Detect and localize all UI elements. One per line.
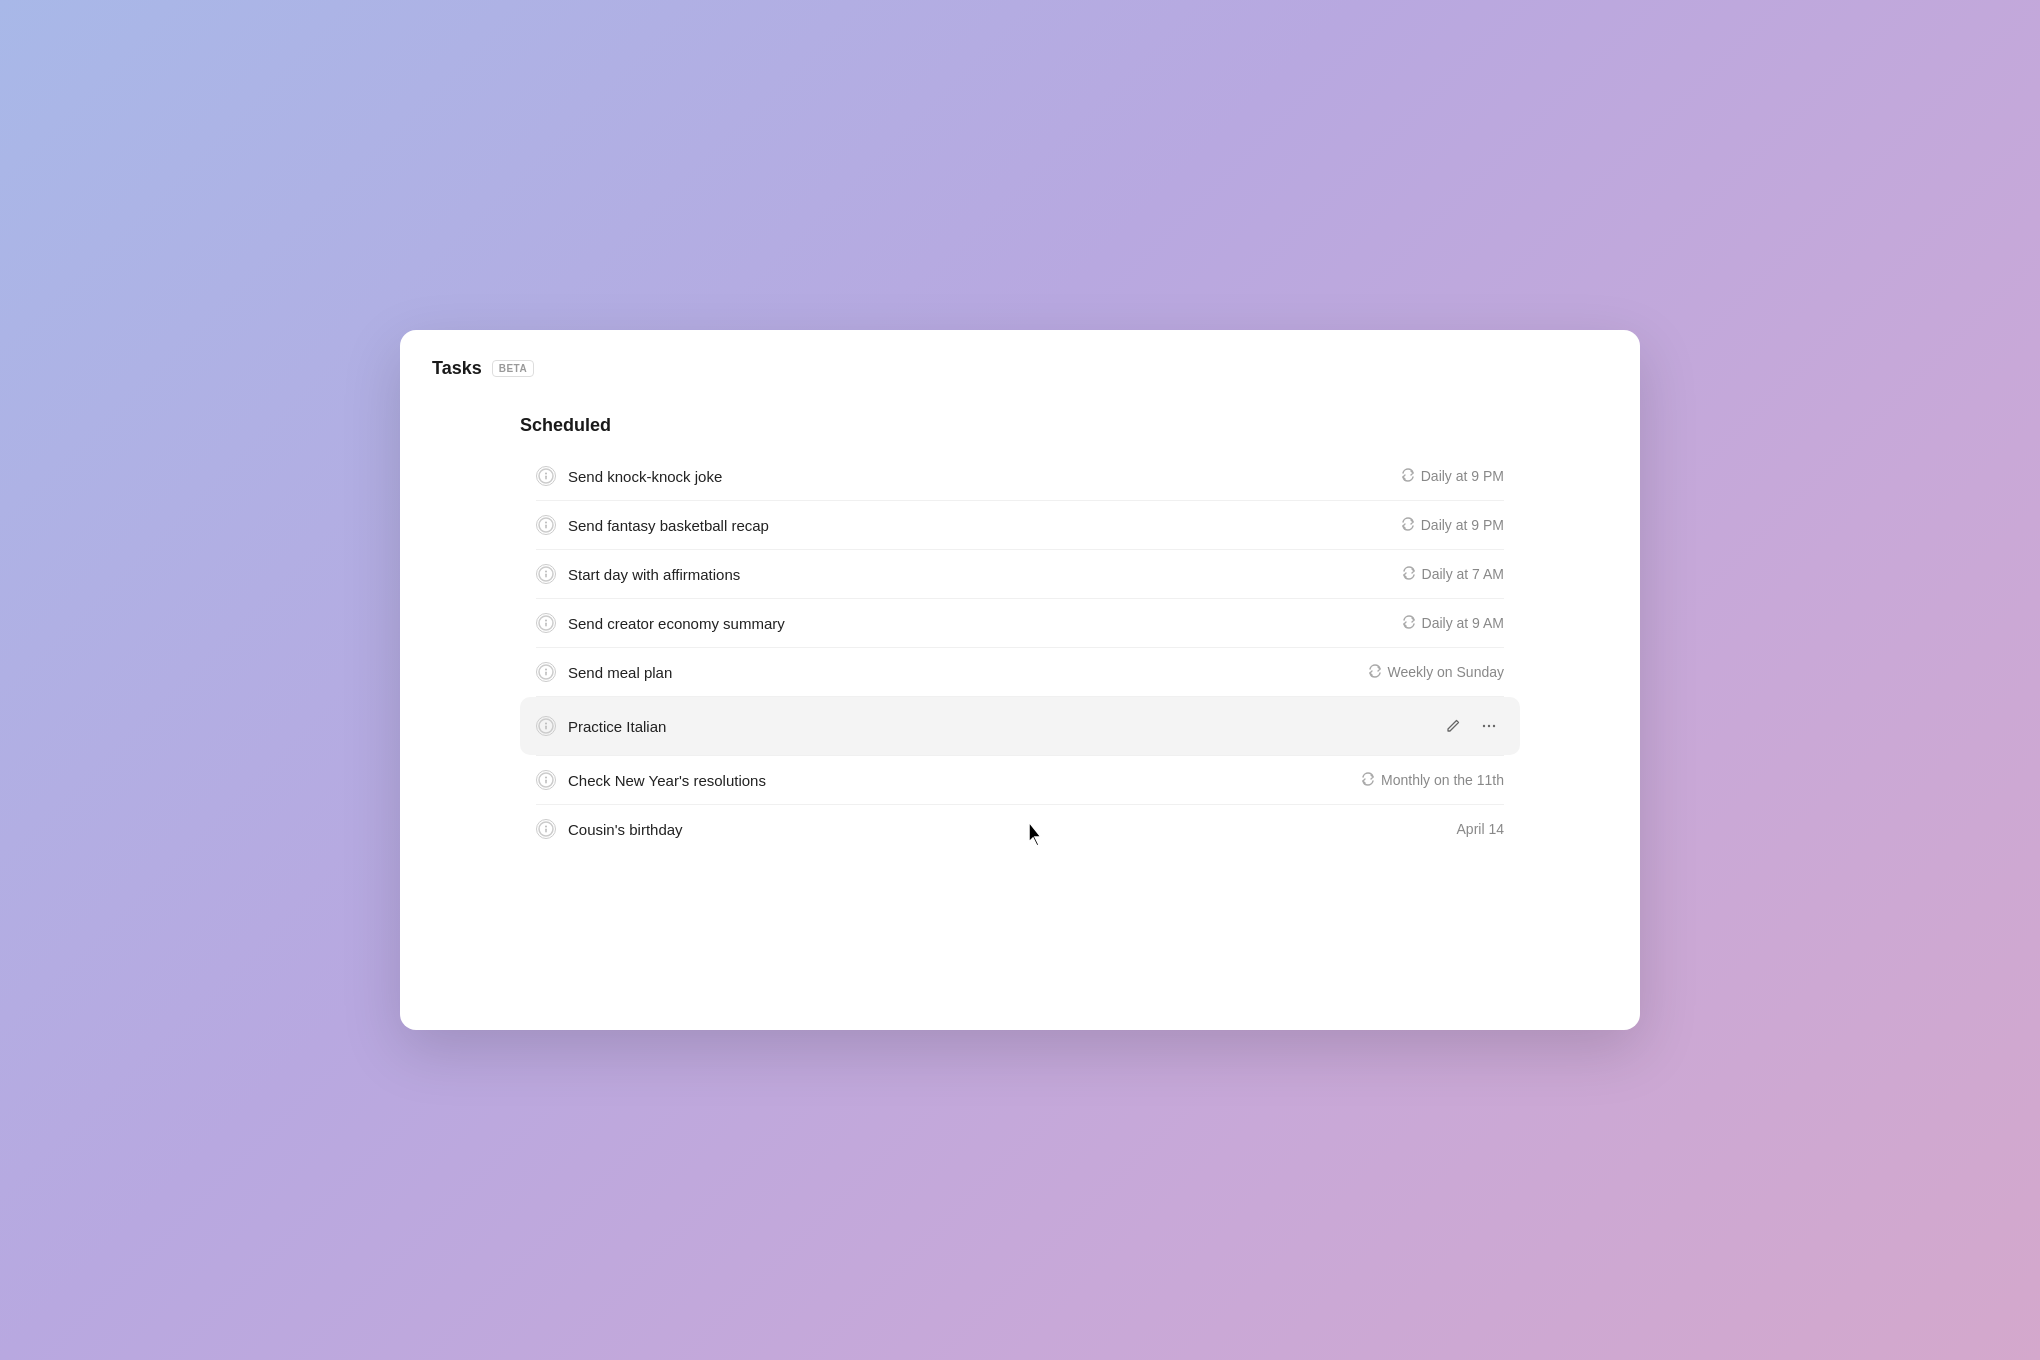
schedule-text: April 14: [1457, 821, 1504, 837]
task-row[interactable]: Send creator economy summary Daily at 9 A…: [520, 599, 1520, 647]
task-info-icon[interactable]: [536, 819, 556, 839]
schedule-text: Daily at 9 PM: [1421, 517, 1504, 533]
task-name: Send fantasy basketball recap: [568, 517, 769, 534]
task-schedule: Daily at 7 AM: [1402, 566, 1504, 583]
repeat-icon: [1402, 566, 1416, 583]
repeat-icon: [1401, 468, 1415, 485]
task-info-icon[interactable]: [536, 716, 556, 736]
main-content: Scheduled Send knock-knock joke Daily at …: [400, 395, 1640, 873]
task-name: Send knock-knock joke: [568, 468, 722, 485]
svg-point-1: [545, 473, 547, 475]
repeat-icon: [1368, 664, 1382, 681]
svg-rect-26: [545, 829, 547, 833]
task-left: Start day with affirmations: [536, 564, 740, 584]
task-info-icon[interactable]: [536, 613, 556, 633]
schedule-text: Daily at 7 AM: [1422, 566, 1504, 582]
task-left: Send knock-knock joke: [536, 466, 722, 486]
task-row[interactable]: Send meal plan Weekly on Sunday: [520, 648, 1520, 696]
svg-point-13: [545, 669, 547, 671]
edit-button[interactable]: [1438, 711, 1468, 741]
svg-point-10: [545, 620, 547, 622]
svg-rect-2: [545, 476, 547, 480]
schedule-text: Monthly on the 11th: [1381, 772, 1504, 788]
svg-rect-17: [545, 726, 547, 730]
window-header: Tasks BETA: [400, 330, 1640, 395]
task-schedule: Monthly on the 11th: [1361, 772, 1504, 789]
app-title: Tasks: [432, 358, 482, 379]
schedule-text: Daily at 9 PM: [1421, 468, 1504, 484]
svg-point-25: [545, 826, 547, 828]
task-schedule: April 14: [1457, 821, 1504, 837]
task-left: Send creator economy summary: [536, 613, 785, 633]
section-title: Scheduled: [520, 415, 1520, 436]
svg-point-18: [1483, 725, 1485, 727]
task-right: Weekly on Sunday: [1368, 664, 1504, 681]
svg-rect-11: [545, 623, 547, 627]
task-row[interactable]: Cousin's birthday April 14: [520, 805, 1520, 853]
svg-point-19: [1488, 725, 1490, 727]
task-info-icon[interactable]: [536, 770, 556, 790]
task-info-icon[interactable]: [536, 564, 556, 584]
task-schedule: Daily at 9 AM: [1402, 615, 1504, 632]
task-right: April 14: [1457, 821, 1504, 837]
repeat-icon: [1402, 615, 1416, 632]
svg-point-22: [545, 777, 547, 779]
task-info-icon[interactable]: [536, 466, 556, 486]
task-left: Check New Year's resolutions: [536, 770, 766, 790]
task-left: Send fantasy basketball recap: [536, 515, 769, 535]
svg-rect-5: [545, 525, 547, 529]
task-row[interactable]: Check New Year's resolutions Monthly on t…: [520, 756, 1520, 804]
task-right: Daily at 7 AM: [1402, 566, 1504, 583]
task-right: Daily at 9 PM: [1401, 517, 1504, 534]
task-left: Cousin's birthday: [536, 819, 683, 839]
task-name: Send meal plan: [568, 664, 672, 681]
task-schedule: Daily at 9 PM: [1401, 517, 1504, 534]
task-left: Send meal plan: [536, 662, 672, 682]
svg-point-16: [545, 723, 547, 725]
repeat-icon: [1401, 517, 1415, 534]
task-name: Send creator economy summary: [568, 615, 785, 632]
more-button[interactable]: [1474, 711, 1504, 741]
task-schedule: Daily at 9 PM: [1401, 468, 1504, 485]
app-window: Tasks BETA Scheduled Send knock-knock jo…: [400, 330, 1640, 1030]
svg-point-20: [1493, 725, 1495, 727]
task-info-icon[interactable]: [536, 662, 556, 682]
task-name: Cousin's birthday: [568, 821, 683, 838]
task-right: [1438, 711, 1504, 741]
task-name: Start day with affirmations: [568, 566, 740, 583]
task-right: Daily at 9 PM: [1401, 468, 1504, 485]
task-actions: [1438, 711, 1504, 741]
task-left: Practice Italian: [536, 716, 666, 736]
repeat-icon: [1361, 772, 1375, 789]
task-right: Daily at 9 AM: [1402, 615, 1504, 632]
schedule-text: Daily at 9 AM: [1422, 615, 1504, 631]
svg-point-4: [545, 522, 547, 524]
task-list: Send knock-knock jokeDaily at 9 PMSend f…: [520, 452, 1520, 853]
task-schedule: Weekly on Sunday: [1368, 664, 1504, 681]
task-row[interactable]: Send fantasy basketball recap Daily at 9 …: [520, 501, 1520, 549]
svg-point-7: [545, 571, 547, 573]
task-info-icon[interactable]: [536, 515, 556, 535]
svg-rect-8: [545, 574, 547, 578]
svg-rect-23: [545, 780, 547, 784]
task-name: Practice Italian: [568, 718, 666, 735]
task-row[interactable]: Practice Italian: [520, 697, 1520, 755]
task-name: Check New Year's resolutions: [568, 772, 766, 789]
task-row[interactable]: Start day with affirmations Daily at 7 AM: [520, 550, 1520, 598]
task-row[interactable]: Send knock-knock joke Daily at 9 PM: [520, 452, 1520, 500]
task-right: Monthly on the 11th: [1361, 772, 1504, 789]
beta-badge: BETA: [492, 360, 534, 377]
svg-rect-14: [545, 672, 547, 676]
schedule-text: Weekly on Sunday: [1388, 664, 1504, 680]
